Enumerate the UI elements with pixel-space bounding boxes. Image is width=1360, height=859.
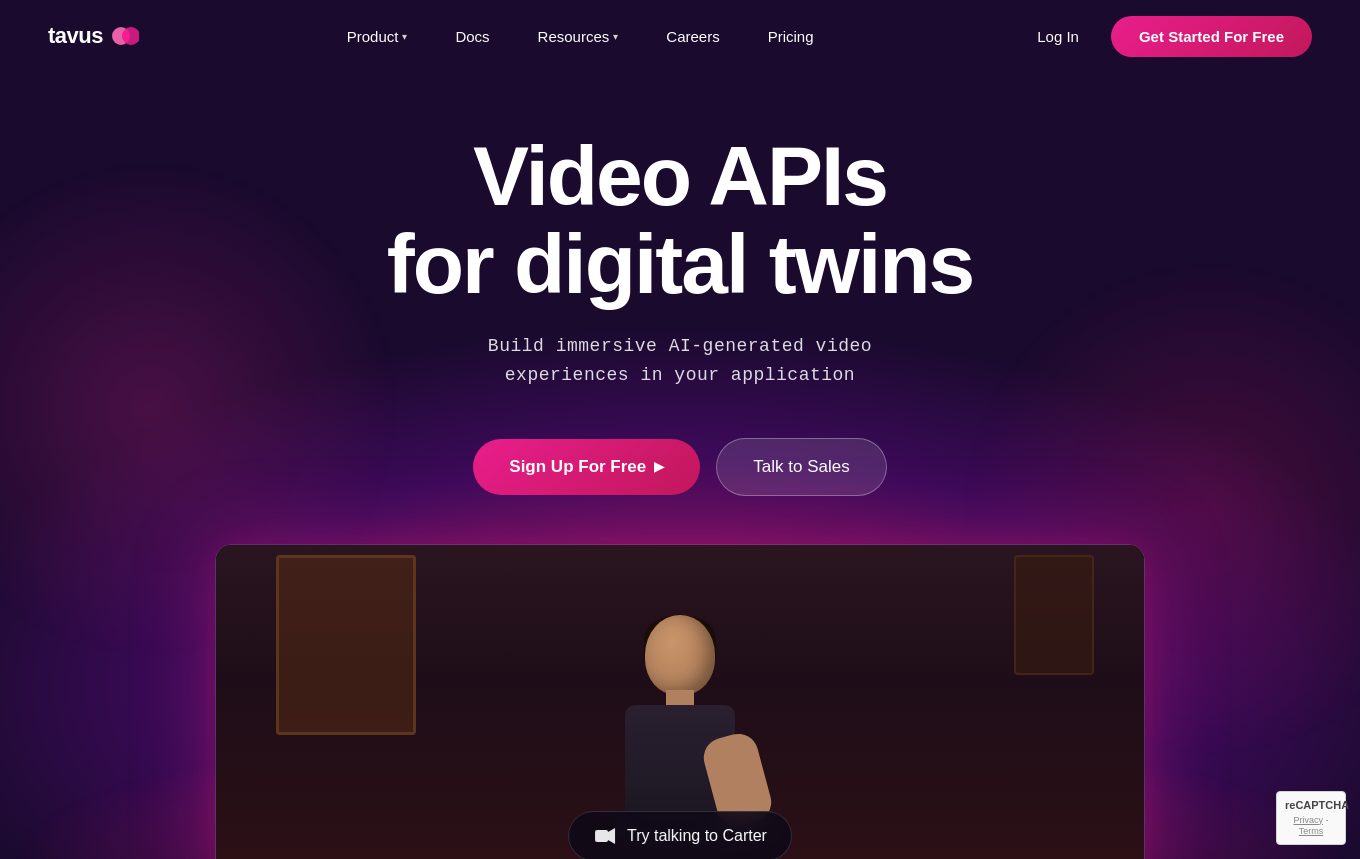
talk-to-sales-button[interactable]: Talk to Sales: [716, 438, 886, 496]
signup-button[interactable]: Sign Up For Free ▶: [473, 439, 700, 495]
nav-right: Log In Get Started For Free: [1021, 16, 1312, 57]
svg-rect-3: [595, 830, 608, 842]
video-placeholder: Try talking to Carter: [216, 545, 1144, 859]
recaptcha-badge: reCAPTCHA Privacy - Terms: [1276, 791, 1346, 845]
navbar: tavus Product ▾ Docs Resources ▾: [0, 0, 1360, 72]
recaptcha-terms[interactable]: Terms: [1299, 826, 1324, 836]
hero-buttons: Sign Up For Free ▶ Talk to Sales: [20, 438, 1340, 496]
nav-pricing[interactable]: Pricing: [748, 20, 834, 53]
carter-button[interactable]: Try talking to Carter: [568, 811, 792, 859]
recaptcha-links: Privacy - Terms: [1285, 815, 1337, 838]
recaptcha-label: reCAPTCHA: [1285, 798, 1337, 812]
video-icon: [593, 824, 617, 848]
logo-icon: [111, 26, 139, 46]
hero-section: Video APIs for digital twins Build immer…: [0, 72, 1360, 859]
logo-text: tavus: [48, 23, 103, 49]
nav-docs[interactable]: Docs: [435, 20, 509, 53]
hero-title: Video APIs for digital twins: [20, 132, 1340, 308]
recaptcha-separator: -: [1326, 815, 1329, 825]
nav-product[interactable]: Product ▾: [327, 20, 428, 53]
person-head: [645, 615, 715, 695]
svg-marker-4: [608, 828, 615, 844]
recaptcha-privacy[interactable]: Privacy: [1293, 815, 1323, 825]
hero-subtitle: Build immersive AI-generated video exper…: [20, 332, 1340, 390]
video-container: Try talking to Carter: [215, 544, 1145, 859]
get-started-button[interactable]: Get Started For Free: [1111, 16, 1312, 57]
login-button[interactable]: Log In: [1021, 20, 1095, 53]
product-dropdown-arrow: ▾: [402, 31, 407, 42]
nav-careers[interactable]: Careers: [646, 20, 739, 53]
logo-link[interactable]: tavus: [48, 23, 139, 49]
play-icon: ▶: [654, 459, 664, 474]
resources-dropdown-arrow: ▾: [613, 31, 618, 42]
carter-button-label: Try talking to Carter: [627, 827, 767, 845]
nav-links: Product ▾ Docs Resources ▾ Careers Prici…: [327, 20, 834, 53]
svg-point-2: [122, 32, 130, 40]
nav-resources[interactable]: Resources ▾: [518, 20, 639, 53]
